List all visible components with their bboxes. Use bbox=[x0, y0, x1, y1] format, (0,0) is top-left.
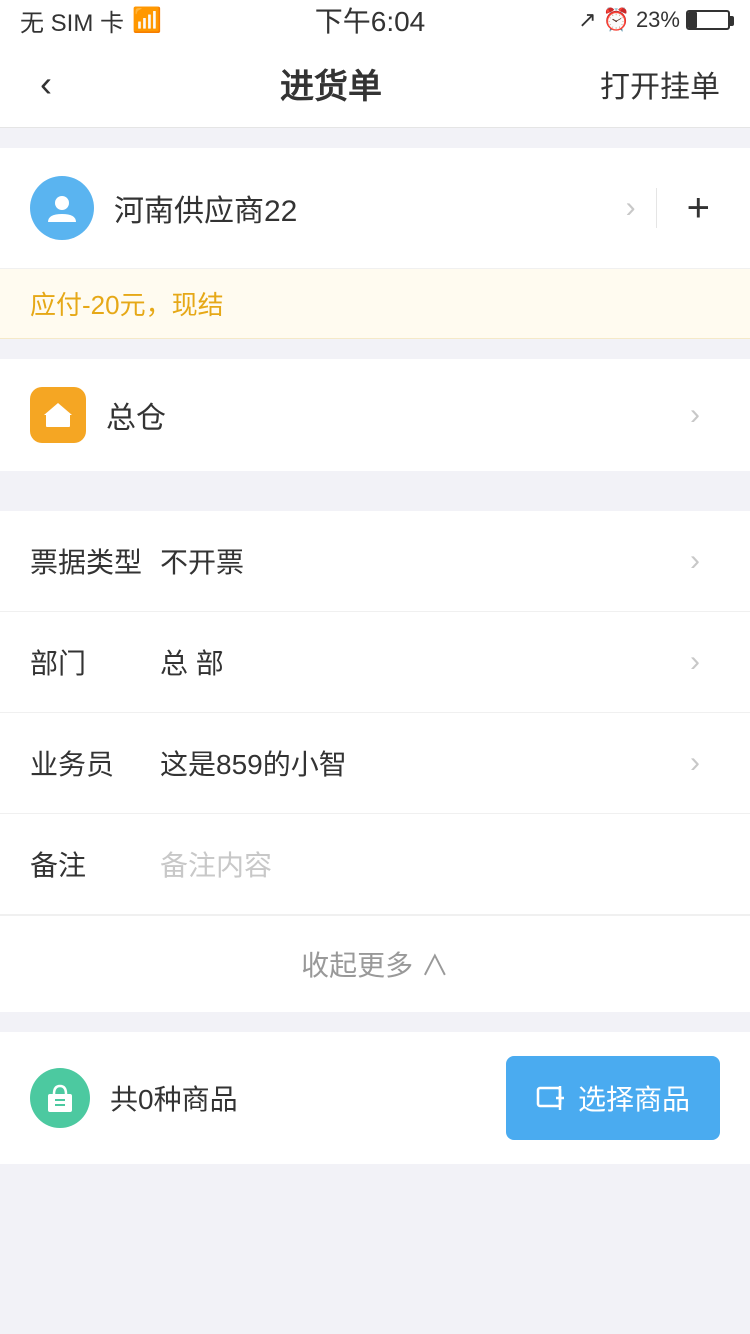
product-icon bbox=[30, 1068, 90, 1128]
status-right: ↗ ⏰ 23% bbox=[578, 7, 730, 33]
collapse-label: 收起更多 ∧ bbox=[301, 944, 449, 984]
dept-value: 总 部 bbox=[160, 642, 690, 682]
dept-label: 部门 bbox=[30, 642, 160, 682]
nav-bar: ‹ 进货单 打开挂单 bbox=[0, 40, 750, 128]
shopping-bag-icon bbox=[42, 1080, 78, 1116]
warehouse-row[interactable]: 总仓 › bbox=[0, 359, 750, 471]
remark-label: 备注 bbox=[30, 844, 160, 884]
status-time: 下午6:04 bbox=[315, 0, 426, 40]
sales-chevron-icon: › bbox=[690, 746, 700, 780]
invoice-row[interactable]: 票据类型 不开票 › bbox=[0, 511, 750, 612]
supplier-chevron-icon: › bbox=[626, 191, 636, 225]
select-product-icon bbox=[536, 1084, 568, 1112]
sales-row[interactable]: 业务员 这是859的小智 › bbox=[0, 713, 750, 814]
status-left: 无 SIM 卡 📶 bbox=[20, 3, 162, 38]
notice-text: 应付-20元，现结 bbox=[30, 290, 224, 320]
section-gap-4 bbox=[0, 1012, 750, 1032]
sales-value: 这是859的小智 bbox=[160, 743, 690, 783]
page-title: 进货单 bbox=[280, 59, 382, 108]
dept-chevron-icon: › bbox=[690, 645, 700, 679]
notice-bar: 应付-20元，现结 bbox=[0, 269, 750, 339]
remark-row[interactable]: 备注 备注内容 bbox=[0, 814, 750, 915]
supplier-avatar bbox=[30, 176, 94, 240]
form-section: 票据类型 不开票 › 部门 总 部 › 业务员 这是859的小智 › 备注 备注… bbox=[0, 511, 750, 1012]
warehouse-icon bbox=[30, 387, 86, 443]
wifi-icon: 📶 bbox=[132, 6, 162, 35]
add-button[interactable]: + bbox=[677, 186, 720, 231]
supplier-name: 河南供应商22 bbox=[114, 186, 626, 230]
location-icon: ↗ bbox=[578, 7, 596, 33]
invoice-label: 票据类型 bbox=[30, 541, 160, 581]
battery-icon bbox=[686, 10, 730, 30]
product-count-label: 共0种商品 bbox=[110, 1078, 506, 1118]
carrier-label: 无 SIM 卡 bbox=[20, 3, 124, 38]
warehouse-chevron-icon: › bbox=[690, 398, 700, 432]
alarm-icon: ⏰ bbox=[603, 7, 630, 33]
battery-percent: 23% bbox=[636, 7, 680, 33]
dept-row[interactable]: 部门 总 部 › bbox=[0, 612, 750, 713]
select-product-button[interactable]: 选择商品 bbox=[506, 1056, 720, 1140]
collapse-button[interactable]: 收起更多 ∧ bbox=[0, 915, 750, 1012]
warehouse-name: 总仓 bbox=[106, 393, 690, 437]
warehouse-building-icon bbox=[42, 399, 74, 431]
avatar-person-icon bbox=[46, 192, 78, 224]
section-gap-1 bbox=[0, 128, 750, 148]
back-button[interactable]: ‹ bbox=[30, 53, 62, 115]
section-gap-2 bbox=[0, 339, 750, 359]
vertical-divider bbox=[656, 188, 657, 228]
invoice-chevron-icon: › bbox=[690, 544, 700, 578]
section-gap-3 bbox=[0, 471, 750, 491]
product-bar: 共0种商品 选择商品 bbox=[0, 1032, 750, 1164]
open-pending-button[interactable]: 打开挂单 bbox=[600, 62, 720, 106]
status-bar: 无 SIM 卡 📶 下午6:04 ↗ ⏰ 23% bbox=[0, 0, 750, 40]
select-product-label: 选择商品 bbox=[578, 1078, 690, 1118]
invoice-value: 不开票 bbox=[160, 541, 690, 581]
warehouse-section[interactable]: 总仓 › bbox=[0, 359, 750, 471]
sales-label: 业务员 bbox=[30, 743, 160, 783]
supplier-section: 河南供应商22 › + 应付-20元，现结 bbox=[0, 148, 750, 339]
remark-input[interactable]: 备注内容 bbox=[160, 844, 720, 884]
supplier-row[interactable]: 河南供应商22 › + bbox=[0, 148, 750, 269]
